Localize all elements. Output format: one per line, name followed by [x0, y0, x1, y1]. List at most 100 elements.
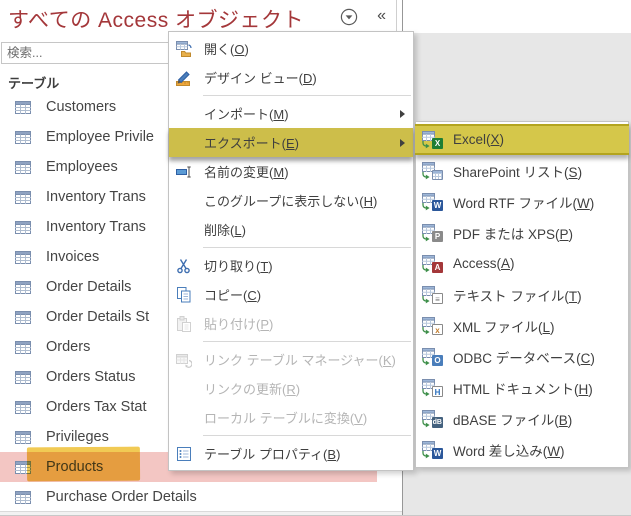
- context-menu-item-label: リンクの更新(R): [204, 382, 301, 397]
- file-type-badge: W: [432, 199, 443, 211]
- export-target-item[interactable]: ≡ テキスト ファイル(T): [416, 279, 628, 310]
- export-arrow-icon: [422, 202, 430, 210]
- context-menu-item-label: リンク テーブル マネージャー(K): [204, 353, 396, 368]
- context-menu-item-label: 切り取り(T): [204, 259, 273, 274]
- table-row[interactable]: Purchase Order Details: [0, 482, 377, 512]
- circle-chevron-down-icon[interactable]: [340, 8, 358, 26]
- export-arrow-icon: [422, 450, 430, 458]
- context-menu-item-label: 削除(L): [204, 223, 246, 238]
- navpane-scrollbar[interactable]: [396, 0, 402, 33]
- export-target-item[interactable]: O ODBC データベース(C): [416, 341, 628, 372]
- export-arrow-icon: [422, 357, 430, 365]
- export-target-item[interactable]: A Access(A): [416, 248, 628, 279]
- file-type-badge: P: [432, 230, 443, 242]
- table-name: Order Details St: [46, 309, 150, 325]
- table-icon: [15, 340, 31, 354]
- table-icon: [15, 310, 31, 324]
- table-icon: [15, 160, 31, 174]
- export-html-icon: H: [422, 378, 443, 397]
- export-odbc-icon: O: [422, 347, 443, 366]
- export-target-label: Word 差し込み(W): [453, 443, 565, 459]
- file-type-badge: dB: [431, 416, 443, 428]
- export-arrow-icon: [422, 326, 430, 334]
- export-target-item[interactable]: H HTML ドキュメント(H): [416, 372, 628, 403]
- context-menu-item[interactable]: このグループに表示しない(H): [169, 186, 413, 215]
- submenu-arrow-icon: [400, 109, 405, 118]
- link-table-manager-icon: [174, 352, 194, 368]
- table-name: Customers: [46, 99, 117, 115]
- export-arrow-icon: [422, 140, 430, 148]
- export-arrow-icon: [422, 388, 430, 396]
- menu-separator: [203, 435, 411, 436]
- design-view-icon: [174, 70, 194, 86]
- table-name: Orders Status: [46, 369, 136, 385]
- export-target-label: テキスト ファイル(T): [453, 288, 582, 304]
- export-arrow-icon: [422, 233, 430, 241]
- export-target-item[interactable]: X Excel(X): [415, 124, 629, 155]
- navpane-bottom-strip: [0, 511, 402, 515]
- export-arrow-icon: [422, 171, 430, 179]
- export-pdf-xps-icon: P: [422, 223, 443, 242]
- table-name: Orders: [46, 339, 91, 355]
- paste-icon: [174, 315, 194, 332]
- export-arrow-icon: [422, 295, 430, 303]
- context-menu-item-label: ローカル テーブルに変換(V): [204, 411, 368, 426]
- navigation-pane-title: すべての Access オブジェクト: [8, 9, 305, 32]
- context-menu-item-label: インポート(M): [204, 107, 289, 122]
- copy-icon: [174, 286, 194, 303]
- export-target-label: dBASE ファイル(B): [453, 412, 573, 428]
- menu-separator: [203, 95, 411, 96]
- export-access-icon: A: [422, 254, 443, 273]
- table-icon: [15, 130, 31, 144]
- context-menu-item[interactable]: 名前の変更(M): [169, 157, 413, 186]
- table-name: Inventory Trans: [46, 219, 146, 235]
- menu-separator: [203, 247, 411, 248]
- table-icon: [15, 220, 31, 234]
- shutter-bar-close-icon[interactable]: «: [377, 7, 386, 25]
- table-name: Order Details: [46, 279, 132, 295]
- context-menu-item[interactable]: デザイン ビュー(D): [169, 63, 413, 92]
- context-menu-item[interactable]: インポート(M): [169, 99, 413, 128]
- context-menu-item-label: デザイン ビュー(D): [204, 71, 317, 86]
- context-menu-item[interactable]: 開く(O): [169, 34, 413, 63]
- export-target-label: ODBC データベース(C): [453, 350, 595, 366]
- export-target-label: Access(A): [453, 256, 515, 271]
- table-name: Orders Tax Stat: [46, 399, 147, 415]
- context-menu-item[interactable]: 切り取り(T): [169, 251, 413, 280]
- export-target-label: Word RTF ファイル(W): [453, 195, 595, 211]
- file-type-badge: H: [432, 385, 443, 397]
- context-menu-item[interactable]: テーブル プロパティ(B): [169, 439, 413, 468]
- context-menu-item[interactable]: コピー(C): [169, 280, 413, 309]
- context-menu-item[interactable]: ローカル テーブルに変換(V): [169, 403, 413, 432]
- table-icon: [15, 490, 31, 504]
- export-target-item[interactable]: x XML ファイル(L): [416, 310, 628, 341]
- context-menu-item-label: 名前の変更(M): [204, 165, 289, 180]
- highlight-annotation-products: [26, 446, 141, 482]
- export-target-label: XML ファイル(L): [453, 319, 555, 335]
- file-type-badge: x: [432, 323, 443, 335]
- table-name: Invoices: [46, 249, 100, 265]
- context-menu-item[interactable]: エクスポート(E): [169, 128, 413, 157]
- export-word-rtf-icon: W: [422, 192, 443, 211]
- export-target-item[interactable]: dB dBASE ファイル(B): [416, 403, 628, 434]
- access-window: すべての Access オブジェクト « テーブル Customers: [0, 0, 631, 516]
- export-submenu: X Excel(X) SharePoint リスト(S) W Word RTF …: [415, 121, 629, 468]
- context-menu-item[interactable]: 貼り付け(P): [169, 309, 413, 338]
- context-menu-item-label: 開く(O): [204, 42, 249, 57]
- export-target-item[interactable]: SharePoint リスト(S): [416, 155, 628, 186]
- table-name: Purchase Order Details: [46, 489, 197, 505]
- export-arrow-icon: [422, 419, 430, 427]
- export-target-item[interactable]: W Word 差し込み(W): [416, 434, 628, 465]
- table-name: Employees: [46, 159, 118, 175]
- export-target-item[interactable]: W Word RTF ファイル(W): [416, 186, 628, 217]
- context-menu-item[interactable]: 削除(L): [169, 215, 413, 244]
- context-menu-item[interactable]: リンクの更新(R): [169, 374, 413, 403]
- context-menu-item-label: コピー(C): [204, 288, 262, 303]
- file-type-badge: ≡: [432, 292, 443, 304]
- export-xml-file-icon: x: [422, 316, 443, 335]
- table-properties-icon: [174, 446, 194, 462]
- table-icon: [15, 100, 31, 114]
- export-target-item[interactable]: P PDF または XPS(P): [416, 217, 628, 248]
- context-menu-item[interactable]: リンク テーブル マネージャー(K): [169, 345, 413, 374]
- table-icon: [15, 190, 31, 204]
